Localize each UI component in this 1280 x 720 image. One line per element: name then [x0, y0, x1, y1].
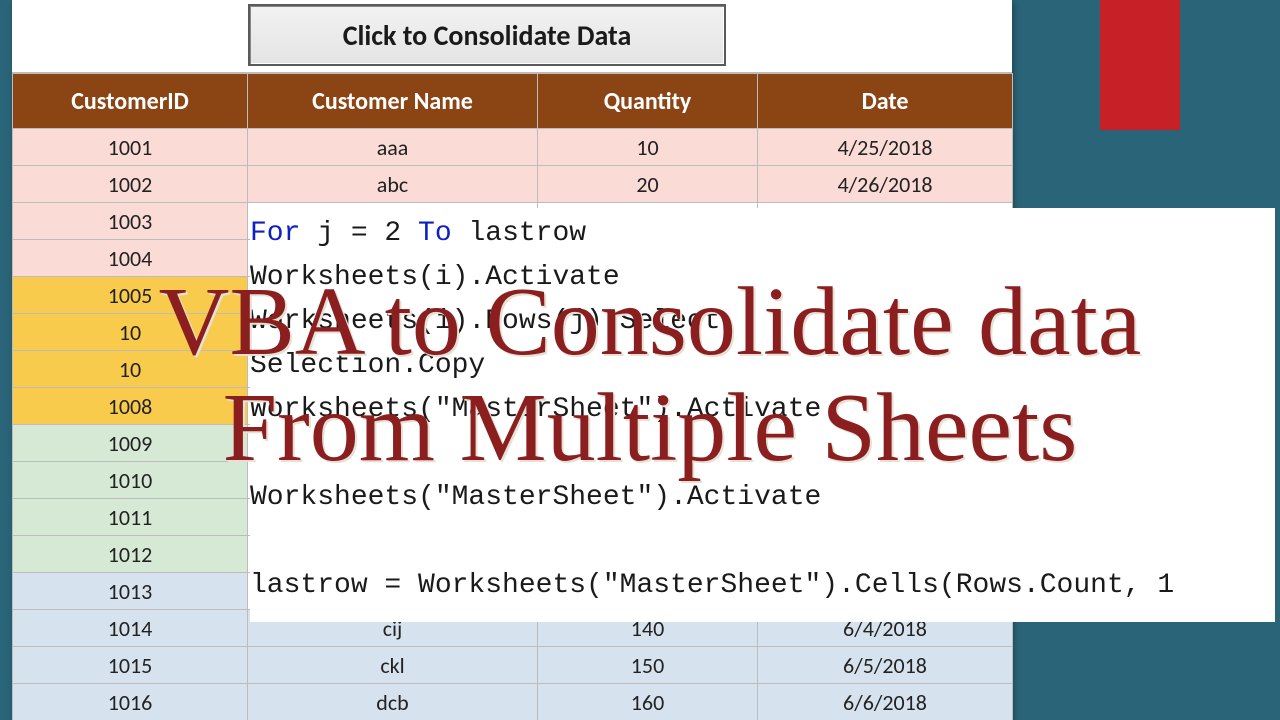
cell-quantity[interactable]: 150: [538, 647, 758, 684]
cell-quantity[interactable]: 160: [538, 684, 758, 720]
code-kw-for: For: [250, 218, 300, 249]
cell-customer-name[interactable]: abc: [248, 166, 538, 203]
code-text: lastrow: [452, 218, 586, 249]
accent-bar: [1100, 0, 1180, 130]
table-row[interactable]: 1016dcb1606/6/2018: [13, 684, 1013, 720]
button-row: Click to Consolidate Data: [12, 0, 1012, 73]
col-header-customer-id[interactable]: CustomerID: [13, 74, 248, 129]
cell-date[interactable]: 6/5/2018: [758, 647, 1013, 684]
cell-quantity[interactable]: 20: [538, 166, 758, 203]
code-line: Selection.Copy: [250, 350, 485, 381]
code-line: lastrow = Worksheets("MasterSheet").Cell…: [250, 570, 1174, 601]
cell-customer-name[interactable]: ckl: [248, 647, 538, 684]
consolidate-button[interactable]: Click to Consolidate Data: [248, 4, 726, 66]
cell-customer-id[interactable]: 1010: [13, 462, 248, 499]
cell-customer-id[interactable]: 10: [13, 351, 248, 388]
cell-customer-id[interactable]: 1005: [13, 277, 248, 314]
cell-customer-name[interactable]: dcb: [248, 684, 538, 720]
cell-customer-id[interactable]: 1003: [13, 203, 248, 240]
cell-customer-id[interactable]: 10: [13, 314, 248, 351]
code-kw-to: To: [418, 218, 452, 249]
cell-customer-id[interactable]: 1013: [13, 573, 248, 610]
cell-date[interactable]: 6/6/2018: [758, 684, 1013, 720]
code-line: Worksheets("MasterSheet").Activate: [250, 482, 821, 513]
cell-customer-id[interactable]: 1004: [13, 240, 248, 277]
cell-customer-id[interactable]: 1016: [13, 684, 248, 720]
cell-customer-id[interactable]: 1015: [13, 647, 248, 684]
col-header-date[interactable]: Date: [758, 74, 1013, 129]
table-header-row: CustomerID Customer Name Quantity Date: [13, 74, 1013, 129]
cell-date[interactable]: 4/25/2018: [758, 129, 1013, 166]
code-panel: For j = 2 To lastrow Worksheets(i).Activ…: [250, 208, 1275, 622]
cell-quantity[interactable]: 10: [538, 129, 758, 166]
cell-customer-id[interactable]: 1014: [13, 610, 248, 647]
cell-customer-id[interactable]: 1009: [13, 425, 248, 462]
cell-customer-id[interactable]: 1011: [13, 499, 248, 536]
table-row[interactable]: 1002abc204/26/2018: [13, 166, 1013, 203]
cell-customer-id[interactable]: 1002: [13, 166, 248, 203]
code-line: Worksheets(i).Activate: [250, 262, 620, 293]
code-line: Worksheets(i).Rows(j).Select: [250, 306, 720, 337]
code-line: Worksheets("MasterSheet").Activate: [250, 394, 821, 425]
cell-customer-id[interactable]: 1012: [13, 536, 248, 573]
col-header-quantity[interactable]: Quantity: [538, 74, 758, 129]
table-row[interactable]: 1015ckl1506/5/2018: [13, 647, 1013, 684]
table-row[interactable]: 1001aaa104/25/2018: [13, 129, 1013, 166]
col-header-customer-name[interactable]: Customer Name: [248, 74, 538, 129]
cell-customer-name[interactable]: aaa: [248, 129, 538, 166]
cell-customer-id[interactable]: 1001: [13, 129, 248, 166]
cell-customer-id[interactable]: 1008: [13, 388, 248, 425]
cell-date[interactable]: 4/26/2018: [758, 166, 1013, 203]
code-text: j = 2: [300, 218, 418, 249]
